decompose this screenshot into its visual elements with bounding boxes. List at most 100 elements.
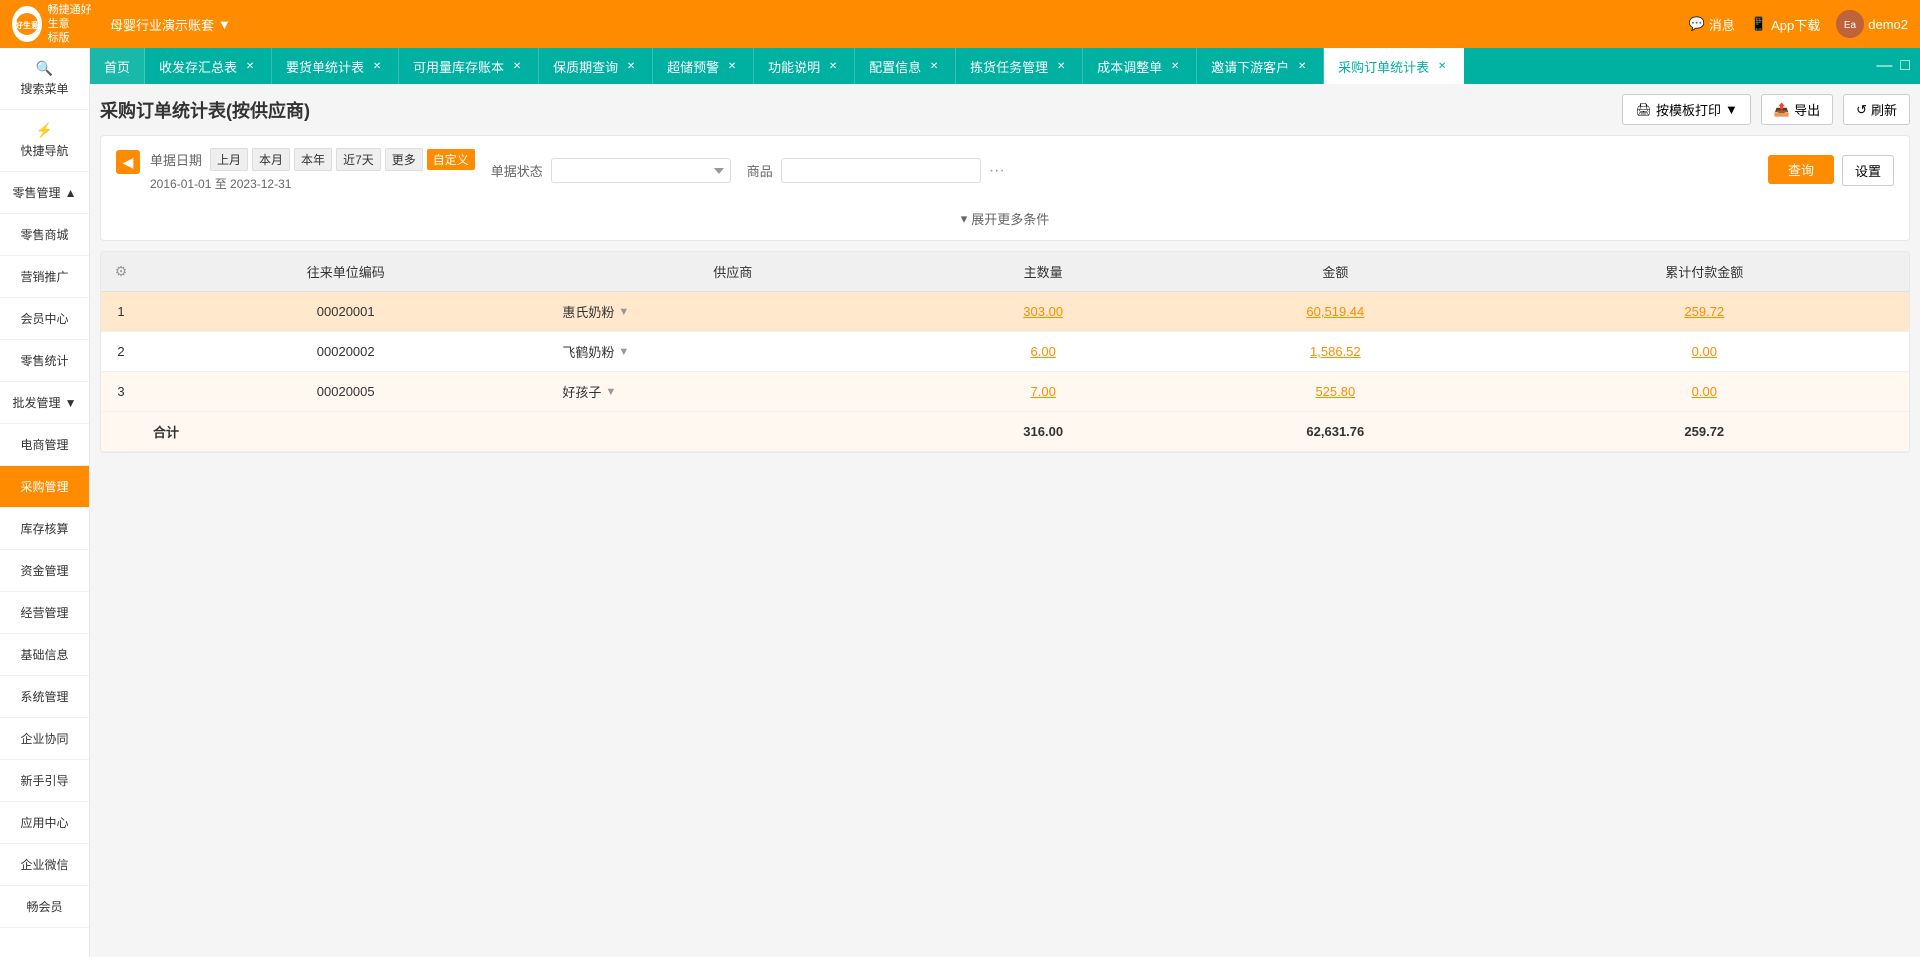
- refresh-icon: ↺: [1856, 102, 1867, 118]
- tab-close-funcinfo[interactable]: ✕: [826, 59, 840, 73]
- filter-area: ◀ 单据日期 上月 本月 本年 近7天 更多 自定义: [100, 135, 1910, 241]
- table-row[interactable]: 3 00020005 好孩子 ▼ 7.00 525.80 0.00: [101, 372, 1909, 412]
- export-button[interactable]: 📤 导出: [1761, 94, 1833, 125]
- sidebar-item-operation[interactable]: 经营管理: [0, 592, 89, 634]
- main-layout: 🔍 搜索菜单 ⚡ 快捷导航 零售管理 ▲ 零售商城 营销推广 会员中心 零售统计…: [0, 48, 1920, 957]
- sidebar-item-quicknav[interactable]: ⚡ 快捷导航: [0, 110, 89, 172]
- tab-invite-downstream[interactable]: 邀请下游客户 ✕: [1197, 48, 1324, 84]
- tab-close-available-inventory[interactable]: ✕: [510, 59, 524, 73]
- nav-tabs: 首页 收发存汇总表 ✕ 要货单统计表 ✕ 可用量库存账本 ✕ 保质期查询 ✕ 超…: [90, 48, 1920, 84]
- sidebar-item-enterprise[interactable]: 企业协同: [0, 718, 89, 760]
- date-shortcut-more[interactable]: 更多: [385, 148, 423, 171]
- sidebar-item-retail-shop[interactable]: 零售商城: [0, 214, 89, 256]
- table-row[interactable]: 2 00020002 飞鹤奶粉 ▼ 6.00 1,586.52 0.00: [101, 332, 1909, 372]
- query-button[interactable]: 查询: [1768, 155, 1834, 184]
- tab-close-overstock[interactable]: ✕: [725, 59, 739, 73]
- expand-more-btn[interactable]: ▾ 展开更多条件: [961, 209, 1050, 228]
- row-code: 00020001: [141, 292, 550, 332]
- page-actions: 🖨 按模板打印 ▼ 📤 导出 ↺ 刷新: [1622, 94, 1910, 125]
- col-qty: 主数量: [915, 252, 1171, 292]
- tab-close-invite-downstream[interactable]: ✕: [1295, 59, 1309, 73]
- sidebar-item-newguide[interactable]: 新手引导: [0, 760, 89, 802]
- col-supplier: 供应商: [550, 252, 915, 292]
- settings-button[interactable]: 设置: [1842, 155, 1894, 186]
- date-shortcut-this-month[interactable]: 本月: [252, 148, 290, 171]
- tab-overstock[interactable]: 超储预警 ✕: [653, 48, 754, 84]
- tab-purchase-summary[interactable]: 采购订单统计表 ✕: [1324, 48, 1464, 84]
- tab-close-expiry[interactable]: ✕: [624, 59, 638, 73]
- export-icon: 📤: [1774, 102, 1790, 118]
- top-right: 💬 消息 📱 App下载 Ea demo2: [1689, 10, 1908, 38]
- page-title: 采购订单统计表(按供应商): [100, 97, 310, 123]
- sidebar-item-ecommerce[interactable]: 电商管理: [0, 424, 89, 466]
- tab-close-receive-send[interactable]: ✕: [243, 59, 257, 73]
- tab-requisition[interactable]: 要货单统计表 ✕: [272, 48, 399, 84]
- col-gear-icon[interactable]: ⚙: [115, 263, 128, 279]
- row-qty: 303.00: [915, 292, 1171, 332]
- window-minimize-btn[interactable]: —: [1876, 57, 1892, 75]
- status-select[interactable]: [551, 158, 731, 183]
- tab-expiry[interactable]: 保质期查询 ✕: [539, 48, 653, 84]
- summary-empty2: [550, 412, 915, 452]
- sidebar-item-wholesale[interactable]: 批发管理 ▼: [0, 382, 89, 424]
- tab-close-requisition[interactable]: ✕: [370, 59, 384, 73]
- tab-available-inventory[interactable]: 可用量库存账本 ✕: [399, 48, 539, 84]
- top-bar: 好生意 畅捷通好生意 标版 母婴行业演示账套 ▼ 💬 消息 📱 App下载 Ea: [0, 0, 1920, 48]
- date-custom-btn[interactable]: 自定义: [427, 149, 475, 170]
- row-supplier: 好孩子 ▼: [550, 372, 915, 412]
- filter-row: ◀ 单据日期 上月 本月 本年 近7天 更多 自定义: [116, 148, 1894, 193]
- sidebar-item-basic[interactable]: 基础信息: [0, 634, 89, 676]
- summary-label: 合计: [141, 412, 550, 452]
- window-maximize-btn[interactable]: □: [1900, 57, 1910, 75]
- app-download-btn[interactable]: 📱 App下载: [1751, 15, 1820, 34]
- sidebar-item-retail-stat[interactable]: 零售统计: [0, 340, 89, 382]
- summary-empty: [101, 412, 141, 452]
- table-row[interactable]: 1 00020001 惠氏奶粉 ▼ 303.00 60,519.44 259.7…: [101, 292, 1909, 332]
- sidebar-item-inventory[interactable]: 库存核算: [0, 508, 89, 550]
- date-shortcut-last-month[interactable]: 上月: [210, 148, 248, 171]
- logo-text: 畅捷通好生意 标版: [48, 3, 102, 46]
- row-paid: 0.00: [1500, 372, 1909, 412]
- tab-close-purchase-summary[interactable]: ✕: [1435, 59, 1449, 73]
- print-button[interactable]: 🖨 按模板打印 ▼: [1622, 94, 1750, 125]
- sidebar-item-purchase[interactable]: 采购管理: [0, 466, 89, 508]
- tab-pick-task[interactable]: 拣货任务管理 ✕: [956, 48, 1083, 84]
- sidebar-item-marketing[interactable]: 营销推广: [0, 256, 89, 298]
- sidebar-item-member[interactable]: 会员中心: [0, 298, 89, 340]
- date-shortcut-this-year[interactable]: 本年: [294, 148, 332, 171]
- tab-funcinfo[interactable]: 功能说明 ✕: [754, 48, 855, 84]
- search-icon: 🔍: [36, 60, 53, 77]
- user-avatar-btn[interactable]: Ea demo2: [1836, 10, 1908, 38]
- sidebar-item-appcenter[interactable]: 应用中心: [0, 802, 89, 844]
- print-dropdown-icon: ▼: [1725, 102, 1738, 117]
- tab-receive-send[interactable]: 收发存汇总表 ✕: [145, 48, 272, 84]
- messages-btn[interactable]: 💬 消息: [1689, 15, 1735, 34]
- sidebar-item-finance[interactable]: 资金管理: [0, 550, 89, 592]
- sidebar-item-system[interactable]: 系统管理: [0, 676, 89, 718]
- tab-config[interactable]: 配置信息 ✕: [855, 48, 956, 84]
- row-seq: 2: [101, 332, 141, 372]
- sidebar-item-retail[interactable]: 零售管理 ▲: [0, 172, 89, 214]
- retail-expand-icon: ▲: [65, 186, 77, 200]
- date-filter-group: 单据日期 上月 本月 本年 近7天 更多 自定义: [150, 148, 475, 171]
- tab-home[interactable]: 首页: [90, 48, 145, 84]
- tab-close-cost-adjust[interactable]: ✕: [1168, 59, 1182, 73]
- tab-close-pick-task[interactable]: ✕: [1054, 59, 1068, 73]
- tab-cost-adjust[interactable]: 成本调整单 ✕: [1083, 48, 1197, 84]
- sidebar-item-search[interactable]: 🔍 搜索菜单: [0, 48, 89, 110]
- date-shortcut-7days[interactable]: 近7天: [336, 148, 381, 171]
- refresh-button[interactable]: ↺ 刷新: [1843, 94, 1910, 125]
- tab-close-config[interactable]: ✕: [927, 59, 941, 73]
- sidebar-item-vip[interactable]: 畅会员: [0, 886, 89, 928]
- sidebar-item-corpwechat[interactable]: 企业微信: [0, 844, 89, 886]
- svg-text:Ea: Ea: [1844, 20, 1857, 31]
- row-amount: 60,519.44: [1171, 292, 1499, 332]
- more-filters-icon[interactable]: ···: [989, 162, 1005, 180]
- workspace-selector[interactable]: 母婴行业演示账套 ▼: [110, 15, 1681, 34]
- svg-text:好生意: 好生意: [15, 20, 39, 30]
- filter-collapse-btn[interactable]: ◀: [116, 150, 140, 174]
- row-code: 00020005: [141, 372, 550, 412]
- summary-qty: 316.00: [915, 412, 1171, 452]
- goods-input[interactable]: [781, 158, 981, 183]
- summary-paid: 259.72: [1500, 412, 1909, 452]
